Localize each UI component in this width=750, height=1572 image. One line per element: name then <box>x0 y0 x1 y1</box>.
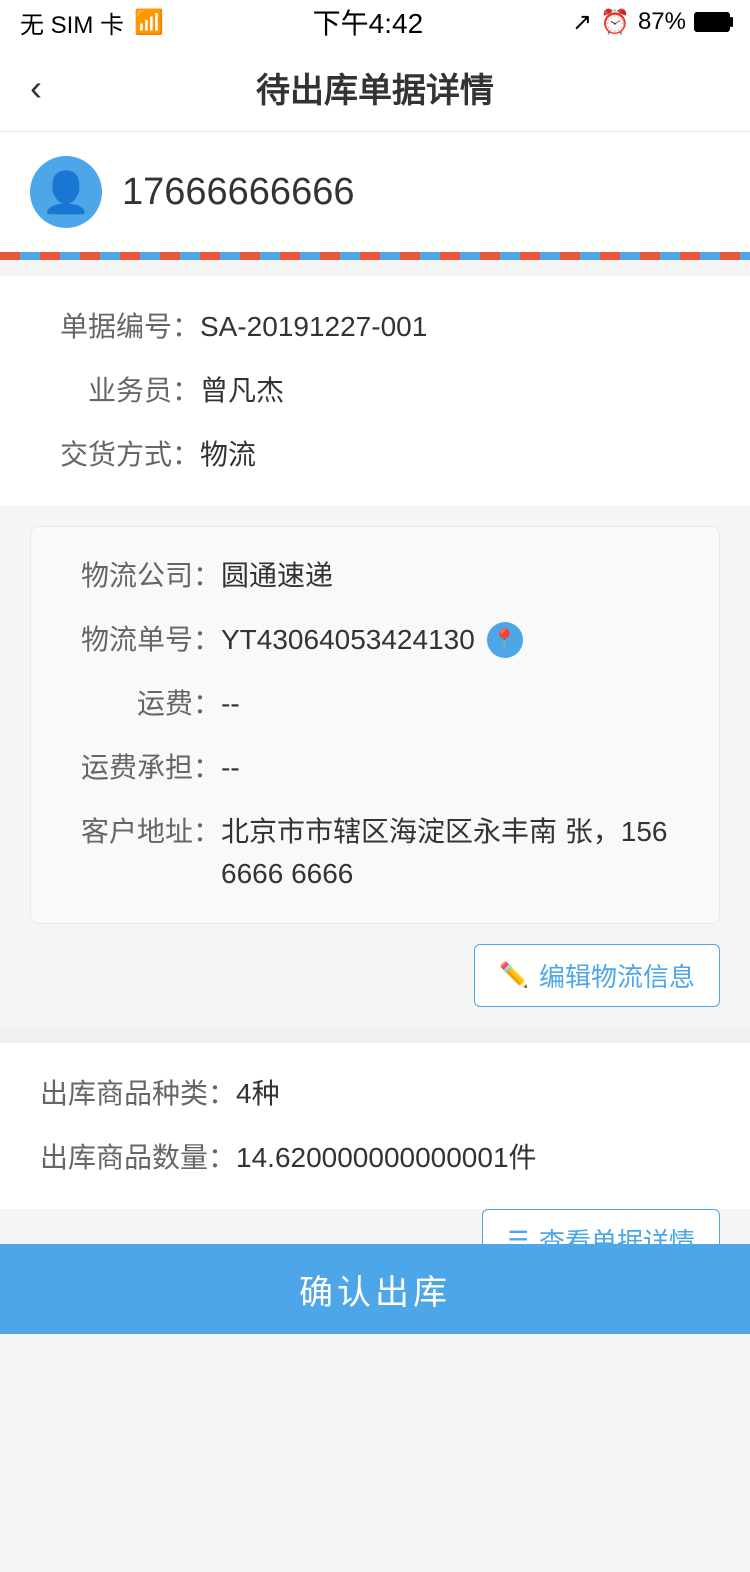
basic-info-section: 单据编号： SA-20191227-001 业务员： 曾凡杰 交货方式： 物流 <box>0 276 750 506</box>
edit-icon: ✏️ <box>499 961 529 990</box>
delivery-method-value: 物流 <box>200 434 710 476</box>
edit-btn-row: ✏️ 编辑物流信息 <box>0 944 750 1027</box>
salesman-label: 业务员： <box>40 370 200 412</box>
bottom-empty-area <box>0 1292 750 1572</box>
carrier-label: 无 SIM 卡 <box>20 5 124 40</box>
logistics-company-label: 物流公司： <box>61 555 221 597</box>
outstock-type-row: 出库商品种类： 4种 <box>40 1073 710 1115</box>
freight-bear-row: 运费承担： -- <box>61 747 689 789</box>
logistics-company-row: 物流公司： 圆通速递 <box>61 555 689 597</box>
address-label: 客户地址： <box>61 811 221 853</box>
alarm-icon: ⏰ <box>600 8 630 37</box>
edit-logistics-button[interactable]: ✏️ 编辑物流信息 <box>474 944 720 1007</box>
status-right: ↗ ⏰ 87% <box>572 8 730 37</box>
wifi-icon: 📶 <box>134 8 164 37</box>
delivery-method-label: 交货方式： <box>40 434 200 476</box>
logistics-company-value: 圆通速递 <box>221 555 689 597</box>
location-status-icon: ↗ <box>572 8 592 37</box>
tracking-location-icon[interactable]: 📍 <box>487 622 523 658</box>
freight-label: 运费： <box>61 683 221 725</box>
logistics-tracking-label: 物流单号： <box>61 619 221 661</box>
address-value: 北京市市辖区海淀区永丰南 张，156 6666 6666 <box>221 811 689 895</box>
delivery-method-row: 交货方式： 物流 <box>40 434 710 476</box>
outstock-quantity-label: 出库商品数量： <box>40 1137 236 1179</box>
status-bar: 无 SIM 卡 📶 下午4:42 ↗ ⏰ 87% <box>0 0 750 44</box>
logistics-tracking-row: 物流单号： YT43064053424130 📍 <box>61 619 689 661</box>
edit-logistics-label: 编辑物流信息 <box>539 957 695 994</box>
gray-divider-1 <box>0 1027 750 1043</box>
freight-bear-label: 运费承担： <box>61 747 221 789</box>
user-row: 👤 17666666666 <box>0 132 750 252</box>
document-no-row: 单据编号： SA-20191227-001 <box>40 306 710 348</box>
freight-row: 运费： -- <box>61 683 689 725</box>
outstock-type-value: 4种 <box>236 1073 710 1115</box>
salesman-row: 业务员： 曾凡杰 <box>40 370 710 412</box>
confirm-outstock-label: 确认出库 <box>299 1265 451 1314</box>
back-button[interactable]: ‹ <box>30 67 42 109</box>
outstock-quantity-row: 出库商品数量： 14.620000000000001件 <box>40 1137 710 1179</box>
user-phone: 17666666666 <box>122 171 354 214</box>
logistics-card: 物流公司： 圆通速递 物流单号： YT43064053424130 📍 运费： … <box>30 526 720 924</box>
page-title: 待出库单据详情 <box>256 63 494 112</box>
freight-value: -- <box>221 683 689 725</box>
outstock-quantity-value: 14.620000000000001件 <box>236 1137 710 1179</box>
outstock-type-label: 出库商品种类： <box>40 1073 236 1115</box>
address-row: 客户地址： 北京市市辖区海淀区永丰南 张，156 6666 6666 <box>61 811 689 895</box>
logistics-tracking-value: YT43064053424130 📍 <box>221 619 689 661</box>
status-left: 无 SIM 卡 📶 <box>20 5 164 40</box>
battery-icon <box>694 12 730 32</box>
nav-bar: ‹ 待出库单据详情 <box>0 44 750 132</box>
document-no-value: SA-20191227-001 <box>200 306 710 348</box>
confirm-outstock-button[interactable]: 确认出库 <box>0 1244 750 1334</box>
freight-bear-value: -- <box>221 747 689 789</box>
avatar-icon: 👤 <box>41 169 91 216</box>
avatar: 👤 <box>30 156 102 228</box>
status-time: 下午4:42 <box>313 2 424 42</box>
battery-label: 87% <box>638 8 686 36</box>
salesman-value: 曾凡杰 <box>200 370 710 412</box>
document-no-label: 单据编号： <box>40 306 200 348</box>
dashed-divider <box>0 252 750 260</box>
outstock-section: 出库商品种类： 4种 出库商品数量： 14.620000000000001件 <box>0 1043 750 1209</box>
